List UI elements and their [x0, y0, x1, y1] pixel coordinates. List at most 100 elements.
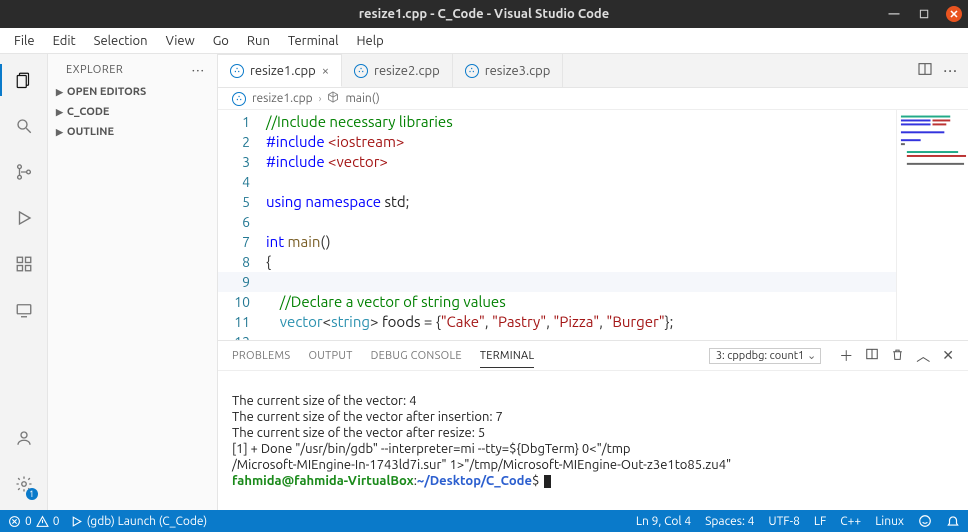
line-number: 3 — [218, 152, 266, 172]
code-line[interactable]: 2#include <iostream> — [218, 132, 896, 152]
sidebar-workspace[interactable]: ▶C_CODE — [48, 102, 217, 122]
code-line[interactable]: 7int main() — [218, 232, 896, 252]
line-number: 5 — [218, 192, 266, 212]
code-content[interactable] — [266, 332, 269, 340]
status-problems[interactable]: 0 0 — [8, 515, 60, 528]
status-cursor-pos[interactable]: Ln 9, Col 4 — [636, 515, 691, 528]
extensions-icon[interactable] — [0, 244, 48, 284]
sidebar-outline[interactable]: ▶OUTLINE — [48, 122, 217, 142]
tab-resize2[interactable]: ∴ resize2.cpp — [342, 54, 453, 87]
minimap[interactable] — [896, 110, 968, 340]
status-feedback-icon[interactable] — [918, 514, 932, 528]
code-content[interactable]: using namespace std; — [266, 192, 409, 212]
code-content[interactable]: vector<string> foods = {"Cake", "Pastry"… — [266, 312, 673, 332]
explorer-title: EXPLORER — [66, 64, 123, 76]
menu-file[interactable]: File — [6, 32, 43, 50]
search-icon[interactable] — [0, 106, 48, 146]
terminal-line: The current size of the vector: 4 — [232, 393, 954, 409]
panel-terminal-tab[interactable]: TERMINAL — [480, 350, 535, 368]
code-line[interactable]: 10 //Declare a vector of string values — [218, 292, 896, 312]
editor-more-icon[interactable]: ··· — [943, 62, 958, 80]
account-icon[interactable] — [0, 418, 48, 458]
code-line[interactable]: 4 — [218, 172, 896, 192]
menu-help[interactable]: Help — [348, 32, 391, 50]
status-spaces[interactable]: Spaces: 4 — [705, 515, 754, 528]
cpp-file-icon: ∴ — [354, 64, 368, 78]
tab-close-icon[interactable]: × — [322, 64, 329, 78]
terminal-kill-icon[interactable] — [891, 348, 904, 364]
window-title: resize1.cpp - C_Code - Visual Studio Cod… — [359, 7, 609, 21]
code-content[interactable]: #include <iostream> — [266, 132, 404, 152]
code-content[interactable] — [266, 172, 269, 192]
code-line[interactable]: 12 — [218, 332, 896, 340]
status-language[interactable]: C++ — [840, 515, 861, 528]
line-number: 10 — [218, 292, 266, 312]
status-encoding[interactable]: UTF-8 — [768, 515, 799, 528]
status-launch[interactable]: (gdb) Launch (C_Code) — [70, 515, 208, 528]
code-content[interactable]: int main() — [266, 232, 331, 252]
panel-maximize-icon[interactable]: ︿ — [916, 346, 930, 366]
status-bell-icon[interactable] — [946, 514, 960, 528]
explorer-icon[interactable] — [0, 60, 48, 100]
menu-bar: File Edit Selection View Go Run Terminal… — [0, 28, 968, 54]
status-bar: 0 0 (gdb) Launch (C_Code) Ln 9, Col 4 Sp… — [0, 510, 968, 532]
status-eol[interactable]: LF — [814, 515, 826, 528]
tab-label: resize1.cpp — [250, 64, 316, 78]
source-control-icon[interactable] — [0, 152, 48, 192]
line-number: 6 — [218, 212, 266, 232]
menu-run[interactable]: Run — [239, 32, 278, 50]
code-line[interactable]: 11 vector<string> foods = {"Cake", "Past… — [218, 312, 896, 332]
code-content[interactable]: //Include necessary libraries — [266, 112, 453, 132]
code-line[interactable]: 9 — [218, 272, 896, 292]
cube-icon — [327, 91, 339, 106]
status-os[interactable]: Linux — [875, 515, 904, 528]
line-number: 1 — [218, 112, 266, 132]
split-editor-icon[interactable] — [917, 61, 933, 80]
code-content[interactable]: //Declare a vector of string values — [266, 292, 506, 312]
panel-close-icon[interactable]: ✕ — [942, 347, 954, 364]
code-editor[interactable]: 1//Include necessary libraries2#include … — [218, 110, 896, 340]
explorer-more-icon[interactable]: ··· — [192, 62, 205, 78]
panel-output-tab[interactable]: OUTPUT — [308, 350, 352, 362]
terminal-cursor — [544, 475, 551, 488]
editor-group: ∴ resize1.cpp × ∴ resize2.cpp ∴ resize3.… — [218, 54, 968, 510]
menu-go[interactable]: Go — [205, 32, 237, 50]
breadcrumb[interactable]: ∴ resize1.cpp › main() — [218, 88, 968, 110]
tab-resize3[interactable]: ∴ resize3.cpp — [453, 54, 564, 87]
code-line[interactable]: 6 — [218, 212, 896, 232]
window-minimize-button[interactable]: — — [886, 6, 902, 22]
cpp-file-icon: ∴ — [230, 64, 244, 78]
terminal-split-icon[interactable] — [865, 347, 879, 364]
cpp-file-icon: ∴ — [232, 92, 246, 106]
panel-problems-tab[interactable]: PROBLEMS — [232, 350, 290, 362]
tab-resize1[interactable]: ∴ resize1.cpp × — [218, 54, 342, 87]
code-line[interactable]: 5using namespace std; — [218, 192, 896, 212]
menu-terminal[interactable]: Terminal — [280, 32, 347, 50]
code-content[interactable]: #include <vector> — [266, 152, 388, 172]
menu-selection[interactable]: Selection — [86, 32, 156, 50]
terminal-new-icon[interactable]: ＋ — [839, 346, 853, 366]
line-number: 12 — [218, 332, 266, 340]
code-content[interactable] — [266, 212, 269, 232]
terminal-selector[interactable]: 3: cppdbg: count1 — [709, 348, 821, 364]
window-close-button[interactable]: ✕ — [946, 6, 962, 22]
chevron-right-icon: › — [319, 93, 322, 104]
breadcrumb-file[interactable]: resize1.cpp — [252, 92, 313, 105]
line-number: 11 — [218, 312, 266, 332]
code-line[interactable]: 3#include <vector> — [218, 152, 896, 172]
terminal-line: [1] + Done "/usr/bin/gdb" --interpreter=… — [232, 441, 954, 457]
terminal[interactable]: The current size of the vector: 4 The cu… — [218, 371, 968, 510]
panel-debugconsole-tab[interactable]: DEBUG CONSOLE — [371, 350, 462, 362]
sidebar-open-editors[interactable]: ▶OPEN EDITORS — [48, 82, 217, 102]
remote-icon[interactable] — [0, 290, 48, 330]
menu-view[interactable]: View — [158, 32, 203, 50]
window-maximize-button[interactable]: ☐ — [916, 6, 932, 22]
run-debug-icon[interactable] — [0, 198, 48, 238]
code-content[interactable] — [266, 272, 269, 292]
breadcrumb-symbol[interactable]: main() — [345, 92, 379, 105]
settings-icon[interactable]: 1 — [0, 464, 48, 504]
menu-edit[interactable]: Edit — [45, 32, 84, 50]
code-line[interactable]: 8{ — [218, 252, 896, 272]
code-line[interactable]: 1//Include necessary libraries — [218, 112, 896, 132]
code-content[interactable]: { — [266, 252, 271, 272]
